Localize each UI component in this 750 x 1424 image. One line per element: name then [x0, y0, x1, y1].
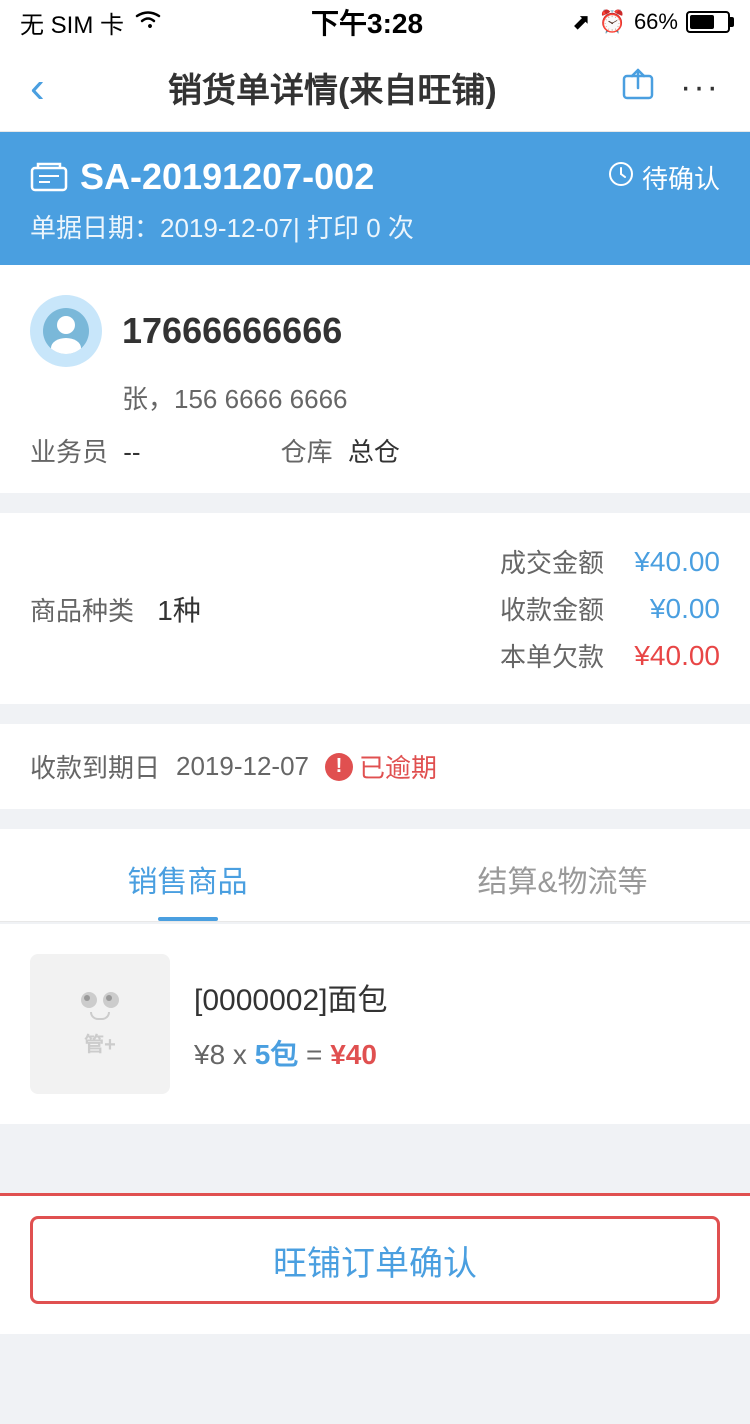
wifi-icon	[134, 8, 162, 37]
battery-percent: 66%	[634, 9, 678, 35]
warehouse-field: 仓库 总仓	[281, 432, 400, 469]
due-date-label: 收款到期日	[30, 748, 160, 785]
product-type: 商品种类 1种	[30, 589, 201, 629]
logo-eye-left	[81, 992, 97, 1008]
bottom-bar: 旺铺订单确认	[0, 1193, 750, 1334]
page-title: 销货单详情(来自旺铺)	[168, 63, 497, 112]
tabs-section: 销售商品 结算&物流等	[0, 829, 750, 922]
due-date-value: 2019-12-07	[176, 751, 309, 782]
tabs-row: 销售商品 结算&物流等	[0, 829, 750, 922]
logo-text: 管+	[84, 1028, 116, 1057]
salesman-field: 业务员 --	[30, 432, 141, 469]
order-icon	[30, 162, 68, 192]
nav-bar: ‹ 销货单详情(来自旺铺) ···	[0, 44, 750, 132]
back-button[interactable]: ‹	[30, 63, 45, 113]
customer-phone: 17666666666	[122, 310, 342, 352]
customer-section: 17666666666 张，156 6666 6666 业务员 -- 仓库 总仓	[0, 265, 750, 493]
product-image: 管+	[30, 954, 170, 1094]
order-id-row: SA-20191207-002	[30, 156, 374, 198]
summary-section: 商品种类 1种 成交金额 ¥40.00 收款金额 ¥0.00 本单欠款 ¥40.…	[0, 513, 750, 704]
logo-mouth	[90, 1012, 110, 1020]
nav-actions: ···	[620, 66, 720, 110]
product-name: [0000002]面包	[194, 975, 720, 1019]
product-info: [0000002]面包 ¥8 x 5包 = ¥40	[194, 975, 720, 1073]
alarm-icon: ⏰	[599, 9, 626, 35]
overdue-icon: !	[325, 753, 353, 781]
carrier-label: 无 SIM 卡	[20, 5, 124, 40]
confirm-order-button[interactable]: 旺铺订单确认	[30, 1216, 720, 1304]
order-status-text: 待确认	[642, 159, 720, 196]
amount-summary: 成交金额 ¥40.00 收款金额 ¥0.00 本单欠款 ¥40.00	[500, 543, 720, 674]
logo-eye-right	[103, 992, 119, 1008]
overdue-text: 已逾期	[359, 748, 437, 785]
status-left: 无 SIM 卡	[20, 5, 162, 40]
customer-name: 张，156 6666 6666	[122, 379, 720, 416]
order-status-badge: 待确认	[608, 159, 720, 196]
battery-icon	[686, 11, 730, 33]
avatar	[30, 295, 102, 367]
order-date-row: 单据日期：2019-12-07| 打印 0 次	[30, 208, 720, 245]
tab-settlement[interactable]: 结算&物流等	[375, 829, 750, 921]
due-date-section: 收款到期日 2019-12-07 ! 已逾期	[0, 724, 750, 809]
location-icon: ⬈	[572, 9, 590, 35]
payment-row: 收款金额 ¥0.00	[500, 590, 720, 627]
status-right: ⬈ ⏰ 66%	[572, 9, 730, 35]
status-bar: 无 SIM 卡 下午3:28 ⬈ ⏰ 66%	[0, 0, 750, 44]
order-header-top: SA-20191207-002 待确认	[30, 156, 720, 198]
status-clock-icon	[608, 161, 634, 194]
logo-eyes	[81, 992, 119, 1008]
status-time: 下午3:28	[311, 2, 423, 42]
customer-phone-row: 17666666666	[30, 295, 720, 367]
customer-meta: 业务员 -- 仓库 总仓	[30, 432, 720, 469]
share-button[interactable]	[620, 66, 656, 110]
overdue-badge: ! 已逾期	[325, 748, 437, 785]
order-id-text: SA-20191207-002	[80, 156, 374, 198]
order-header: SA-20191207-002 待确认 单据日期：2019-12-07| 打印 …	[0, 132, 750, 265]
transaction-row: 成交金额 ¥40.00	[500, 543, 720, 580]
tab-sales-products[interactable]: 销售商品	[0, 829, 375, 921]
more-button[interactable]: ···	[680, 68, 720, 107]
owed-row: 本单欠款 ¥40.00	[500, 637, 720, 674]
product-section: 管+ [0000002]面包 ¥8 x 5包 = ¥40	[0, 924, 750, 1124]
product-price: ¥8 x 5包 = ¥40	[194, 1033, 720, 1073]
product-logo: 管+	[81, 992, 119, 1057]
